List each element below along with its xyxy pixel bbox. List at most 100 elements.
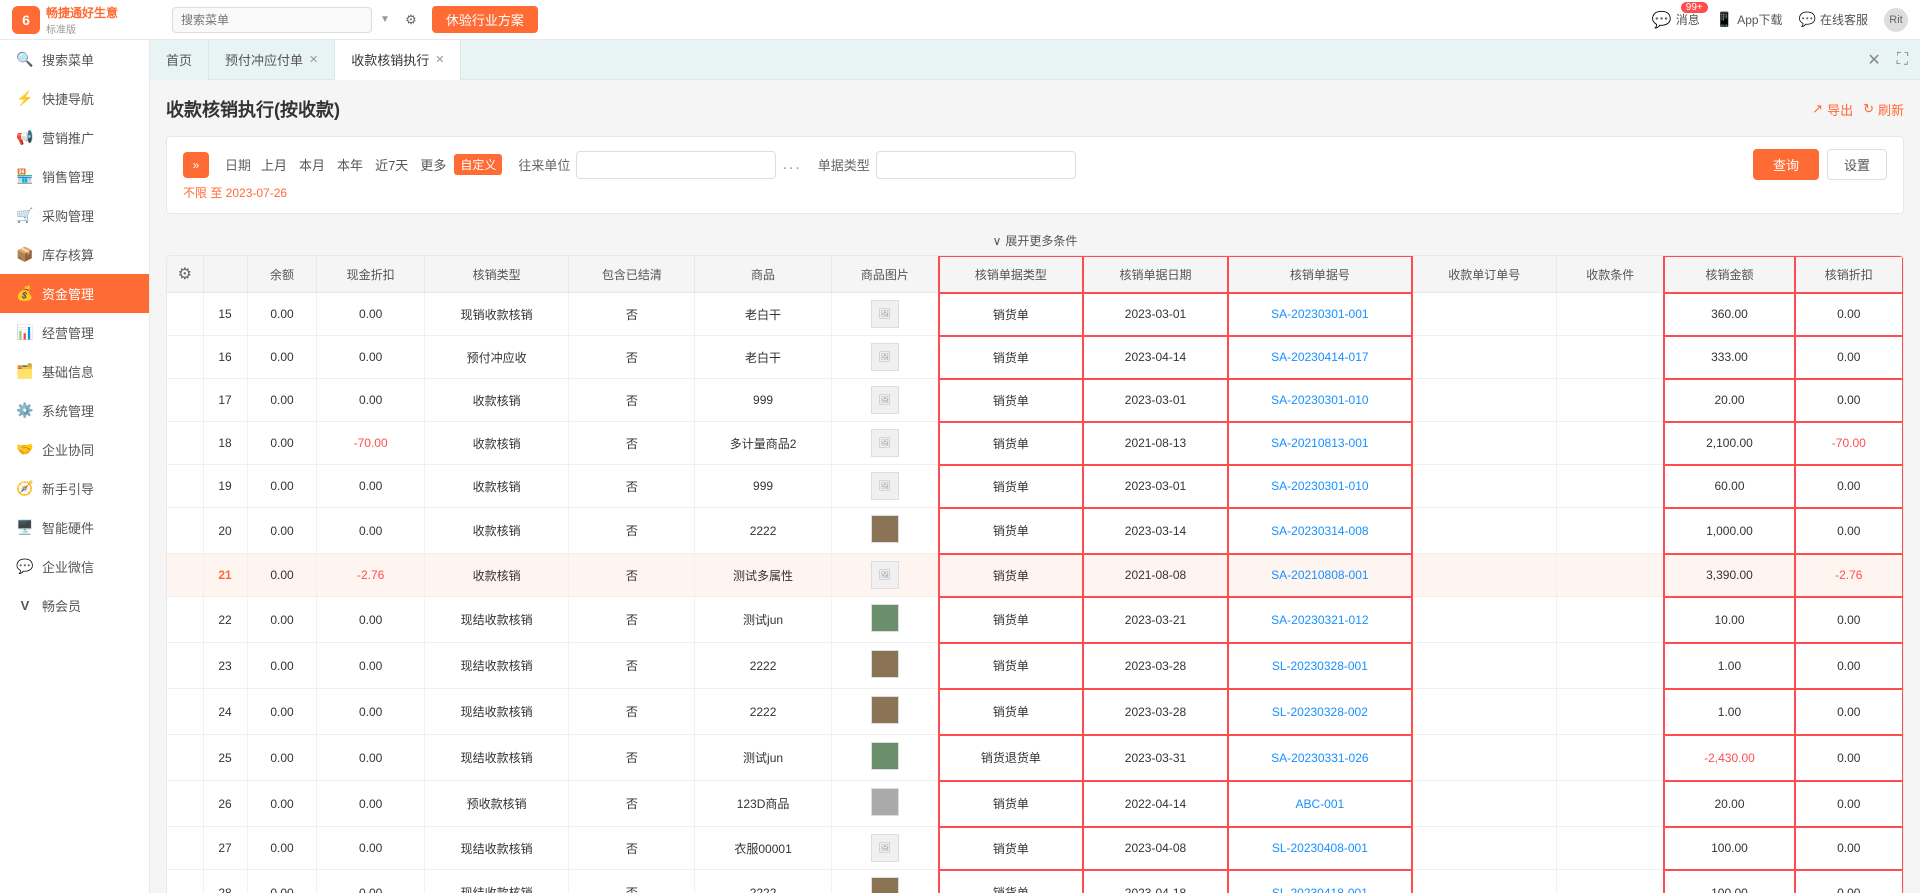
product-image-placeholder: 🖼: [871, 300, 899, 328]
cell-cancel-bill-no[interactable]: SA-20210813-001: [1228, 422, 1412, 465]
expand-icon[interactable]: ⛶: [1893, 47, 1912, 73]
date-btn-this-month[interactable]: 本月: [295, 153, 329, 176]
cell-cancel-bill-no[interactable]: SA-20230314-008: [1228, 508, 1412, 554]
cell-cancel-bill-no[interactable]: SA-20230414-017: [1228, 336, 1412, 379]
sidebar-item-guide[interactable]: 🧭 新手引导: [0, 469, 149, 508]
online-service-btn[interactable]: 💬 在线客服: [1799, 11, 1868, 28]
user-avatar[interactable]: Rit: [1884, 8, 1908, 32]
unit-input[interactable]: [576, 151, 776, 179]
bill-no-link[interactable]: SA-20230301-010: [1271, 393, 1368, 407]
receipt-type-select[interactable]: [876, 151, 1076, 179]
col-product-img: 商品图片: [831, 256, 938, 293]
sidebar-item-finance[interactable]: 💰 资金管理: [0, 274, 149, 313]
date-btn-more[interactable]: 更多: [416, 153, 450, 176]
bill-no-link[interactable]: SA-20230321-012: [1271, 613, 1368, 627]
sidebar-item-enterprise[interactable]: 🤝 企业协同: [0, 430, 149, 469]
bill-no-link[interactable]: ABC-001: [1296, 797, 1345, 811]
close-all-icon[interactable]: ✕: [1863, 46, 1884, 74]
expand-more-btn[interactable]: ∨ 展开更多条件: [993, 232, 1078, 249]
bill-no-link[interactable]: SA-20210813-001: [1271, 436, 1368, 450]
cell-row-num: 15: [203, 293, 247, 336]
table-header-row: ⚙ 余额 现金折扣 核销类型 包含已结清 商品 商品图片 核销单据类型 核销单据…: [167, 256, 1903, 293]
sidebar-item-hardware[interactable]: 🖥️ 智能硬件: [0, 508, 149, 547]
logo-text: 畅捷通好生意 标准版: [46, 4, 118, 36]
sidebar-item-search[interactable]: 🔍 搜索菜单: [0, 40, 149, 79]
column-settings-icon[interactable]: ⚙: [178, 266, 192, 283]
cell-cancel-bill-no[interactable]: SL-20230418-001: [1228, 870, 1412, 893]
cell-product: 老白干: [695, 293, 831, 336]
bill-no-link[interactable]: SL-20230328-002: [1272, 705, 1368, 719]
cell-cancel-bill-no[interactable]: SL-20230328-001: [1228, 643, 1412, 689]
filter-dots[interactable]: ...: [782, 156, 801, 174]
filter-expand-btn[interactable]: »: [183, 152, 209, 178]
sidebar-item-system[interactable]: ⚙️ 系统管理: [0, 391, 149, 430]
cell-include-settled: 否: [569, 465, 695, 508]
cell-balance: 0.00: [247, 336, 317, 379]
collect-tab-close-icon[interactable]: ✕: [435, 53, 444, 66]
refresh-btn[interactable]: ↻ 刷新: [1863, 100, 1904, 119]
date-btn-custom[interactable]: 自定义: [454, 154, 502, 175]
cell-cancel-bill-no[interactable]: SA-20230321-012: [1228, 597, 1412, 643]
cell-cancel-bill-no[interactable]: SA-20230301-010: [1228, 379, 1412, 422]
cell-balance: 0.00: [247, 293, 317, 336]
purchase-icon: 🛒: [16, 207, 34, 225]
industry-btn[interactable]: 休验行业方案: [432, 6, 538, 33]
cell-cancel-bill-no[interactable]: SA-20230301-010: [1228, 465, 1412, 508]
cell-cancel-bill-date: 2023-04-18: [1083, 870, 1228, 893]
tab-collect[interactable]: 收款核销执行 ✕: [335, 40, 461, 80]
dropdown-arrow-icon[interactable]: ▼: [380, 14, 390, 25]
cell-cancel-type: 收款核销: [424, 379, 569, 422]
cell-receipt-condition: [1557, 554, 1664, 597]
prepay-tab-close-icon[interactable]: ✕: [309, 53, 318, 66]
sidebar-item-member[interactable]: V 畅会员: [0, 586, 149, 625]
col-settings[interactable]: ⚙: [167, 256, 203, 293]
message-btn[interactable]: 💬 消息 99+: [1652, 10, 1700, 30]
date-btn-7days[interactable]: 近7天: [371, 153, 412, 176]
cell-cancel-bill-no[interactable]: SA-20230301-001: [1228, 293, 1412, 336]
cell-cancel-amount: 1.00: [1664, 643, 1795, 689]
cell-cancel-bill-no[interactable]: ABC-001: [1228, 781, 1412, 827]
date-btn-last-month[interactable]: 上月: [257, 153, 291, 176]
sidebar-item-basic[interactable]: 🗂️ 基础信息: [0, 352, 149, 391]
cell-settings: [167, 379, 203, 422]
filter-settings-btn[interactable]: 设置: [1827, 149, 1887, 180]
cell-cancel-bill-date: 2021-08-08: [1083, 554, 1228, 597]
cell-receipt-order-no: [1412, 781, 1557, 827]
cell-cancel-bill-no[interactable]: SL-20230328-002: [1228, 689, 1412, 735]
cell-row-num: 18: [203, 422, 247, 465]
app-download-btn[interactable]: 📱 App下载: [1716, 11, 1783, 28]
bill-no-link[interactable]: SA-20230301-010: [1271, 479, 1368, 493]
cell-row-num: 27: [203, 827, 247, 870]
sidebar-item-inventory[interactable]: 📦 库存核算: [0, 235, 149, 274]
bill-no-link[interactable]: SA-20230414-017: [1271, 350, 1368, 364]
sidebar-item-shortcut[interactable]: ⚡ 快捷导航: [0, 79, 149, 118]
cell-cash-discount: 0.00: [317, 643, 424, 689]
tab-prepay[interactable]: 预付冲应付单 ✕: [209, 40, 335, 80]
bill-no-link[interactable]: SA-20230314-008: [1271, 524, 1368, 538]
sidebar-item-wechat[interactable]: 💬 企业微信: [0, 547, 149, 586]
sidebar-item-sales[interactable]: 🏪 销售管理: [0, 157, 149, 196]
page-header: 收款核销执行(按收款) ↗ 导出 ↻ 刷新: [166, 96, 1904, 122]
gear-icon[interactable]: ⚙: [398, 7, 424, 33]
search-input[interactable]: [172, 7, 372, 33]
cell-cancel-bill-no[interactable]: SA-20210808-001: [1228, 554, 1412, 597]
sidebar-item-marketing[interactable]: 📢 营销推广: [0, 118, 149, 157]
bill-no-link[interactable]: SL-20230418-001: [1272, 886, 1368, 893]
tab-home[interactable]: 首页: [150, 40, 209, 80]
date-btn-this-year[interactable]: 本年: [333, 153, 367, 176]
bill-no-link[interactable]: SL-20230408-001: [1272, 841, 1368, 855]
main-layout: 🔍 搜索菜单 ⚡ 快捷导航 📢 营销推广 🏪 销售管理 🛒 采购管理 📦 库存核…: [0, 40, 1920, 893]
bill-no-link[interactable]: SL-20230328-001: [1272, 659, 1368, 673]
export-btn[interactable]: ↗ 导出: [1812, 100, 1853, 119]
bill-no-link[interactable]: SA-20230301-001: [1271, 307, 1368, 321]
product-image: [871, 788, 899, 816]
product-image: [871, 742, 899, 770]
cell-cancel-bill-no[interactable]: SL-20230408-001: [1228, 827, 1412, 870]
query-btn[interactable]: 查询: [1753, 149, 1819, 180]
sidebar-item-operation[interactable]: 📊 经营管理: [0, 313, 149, 352]
cell-cancel-bill-no[interactable]: SA-20230331-026: [1228, 735, 1412, 781]
filter-bar: » 日期 上月 本月 本年 近7天 更多 自定义 往来单位: [166, 136, 1904, 214]
bill-no-link[interactable]: SA-20210808-001: [1271, 568, 1368, 582]
sidebar-item-purchase[interactable]: 🛒 采购管理: [0, 196, 149, 235]
bill-no-link[interactable]: SA-20230331-026: [1271, 751, 1368, 765]
